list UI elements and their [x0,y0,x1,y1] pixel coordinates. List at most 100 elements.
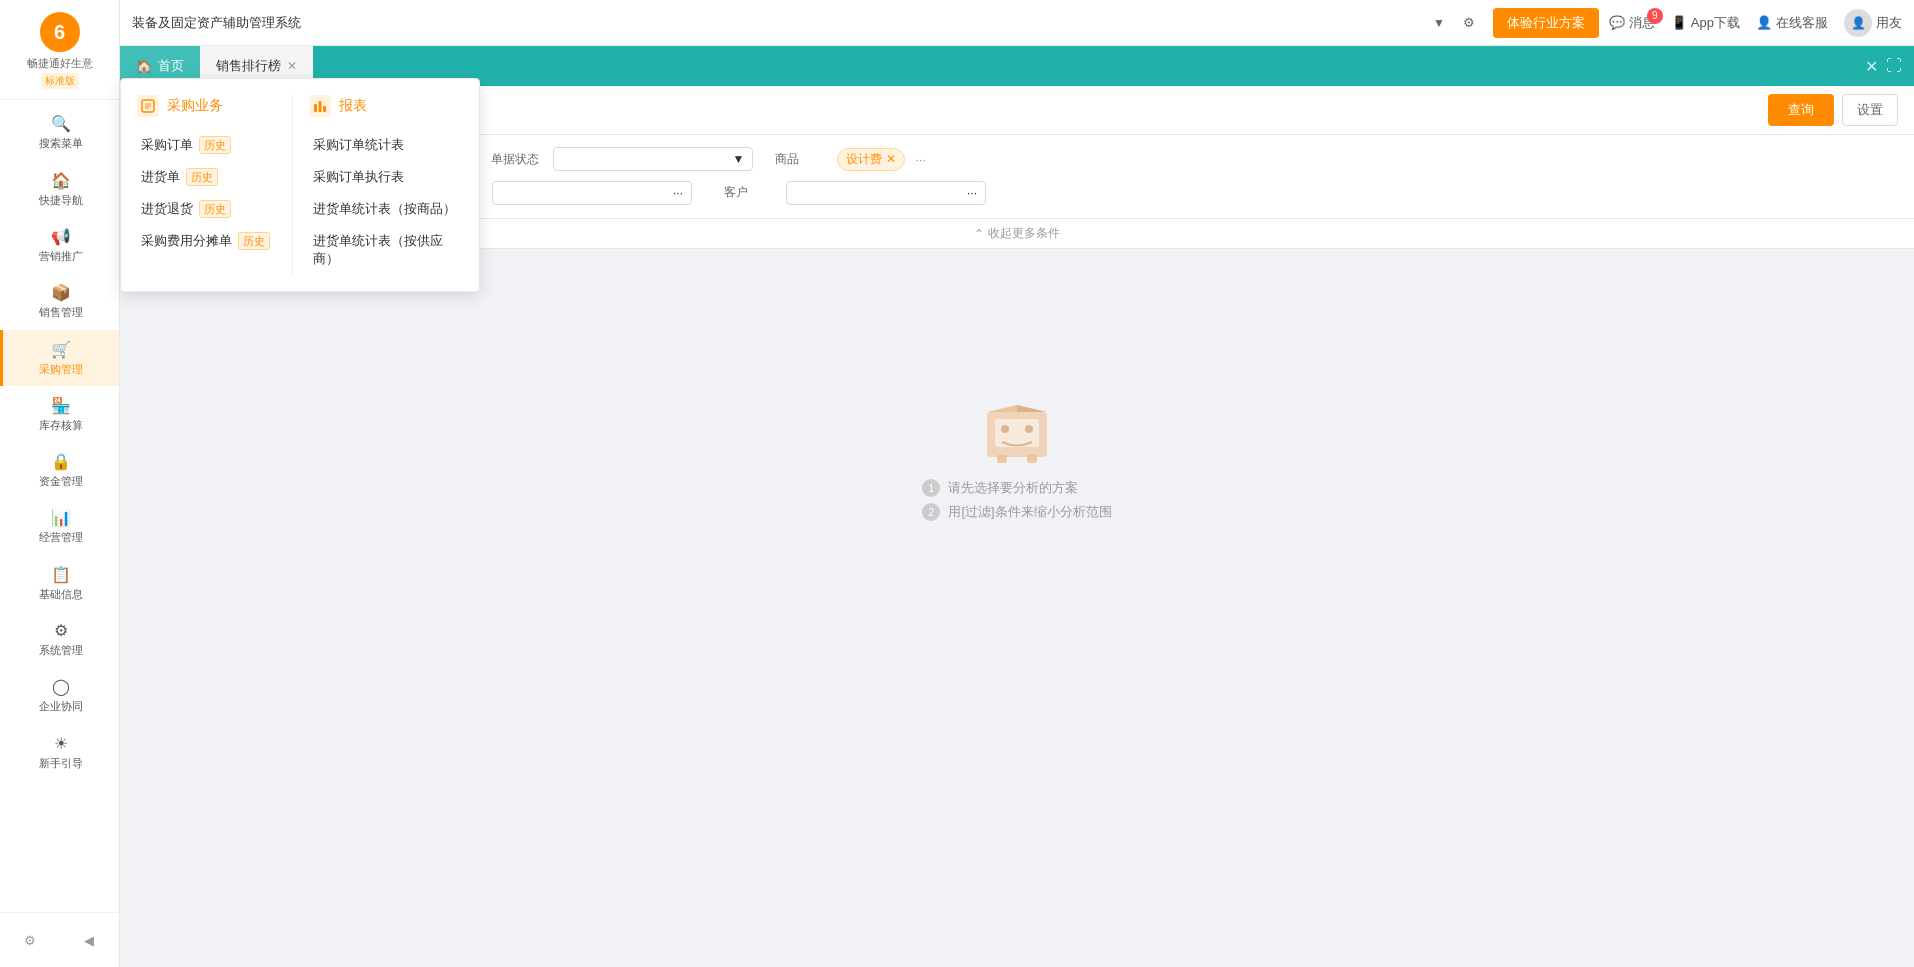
sidebar-item-finance[interactable]: 🔒 资金管理 [0,442,119,498]
purchase-order-stat-item[interactable]: 采购订单统计表 [309,129,464,161]
tab-home-label: 首页 [158,57,184,75]
sidebar-item-label: 营销推广 [39,249,83,263]
svg-marker-2 [1017,405,1047,412]
goods-tag-close[interactable]: ✕ [886,152,896,166]
tip-text-1: 请先选择要分析的方案 [948,479,1078,497]
sidebar-collapse-btn[interactable]: ◀ [74,925,104,955]
sidebar: 6 畅捷通好生意 标准版 🔍 搜索菜单 🏠 快捷导航 📢 营销推广 📦 销售管理… [0,0,120,967]
user-action[interactable]: 👤 用友 [1844,9,1902,37]
top-header: 装备及固定资产辅助管理系统 ▼ ⚙ 体验行业方案 💬 消息 9 📱 App下载 … [120,0,1914,46]
sales-icon: 📦 [51,283,71,302]
voucher-status-label: 单据状态 [491,151,541,168]
tab-close-all-icon[interactable]: ✕ [1865,57,1878,76]
goods-return-label: 进货退货 [141,200,193,218]
purchase-dropdown-menu: 采购业务 采购订单 历史 进货单 历史 进货退货 历史 采购费用分摊单 历史 报… [120,78,480,292]
phone-icon: 📱 [1671,15,1687,30]
basic-icon: 📋 [51,565,71,584]
purchase-order-label: 采购订单 [141,136,193,154]
sidebar-item-label: 搜索菜单 [39,136,83,150]
action-area: 查询 设置 [1768,94,1898,126]
goods-more-icon[interactable]: ··· [911,152,930,167]
goods-receipt-item[interactable]: 进货单 历史 [137,161,292,193]
svg-point-5 [1025,425,1033,433]
purchase-order-item[interactable]: 采购订单 历史 [137,129,292,161]
svg-rect-10 [318,101,321,112]
sidebar-item-label: 采购管理 [39,362,83,376]
tab-expand-icon[interactable]: ⛶ [1886,57,1902,75]
sidebar-item-cooperation[interactable]: ◯ 企业协同 [0,667,119,723]
sidebar-item-operation[interactable]: 📊 经营管理 [0,498,119,554]
svg-rect-7 [1027,455,1037,463]
service-action[interactable]: 👤 在线客服 [1756,14,1828,32]
service-label: 在线客服 [1776,14,1828,32]
tab-sales-rank-label: 销售排行榜 [216,57,281,75]
finance-icon: 🔒 [51,452,71,471]
sidebar-item-guide[interactable]: ☀ 新手引导 [0,724,119,780]
empty-tip-2: 2 用[过滤]条件来缩小分析范围 [922,503,1111,521]
sidebar-item-sales[interactable]: 📦 销售管理 [0,273,119,329]
goods-stat-goods-item[interactable]: 进货单统计表（按商品） [309,193,464,225]
sidebar-item-system[interactable]: ⚙ 系统管理 [0,611,119,667]
message-badge: 9 [1647,8,1663,24]
app-action[interactable]: 📱 App下载 [1671,14,1740,32]
sidebar-item-purchase[interactable]: 🛒 采购管理 [0,330,119,386]
collapse-up-icon: ⌃ [974,227,984,241]
empty-tips: 1 请先选择要分析的方案 2 用[过滤]条件来缩小分析范围 [922,479,1111,521]
goods-label: 商品 [775,151,825,168]
header-gear-icon[interactable]: ⚙ [1455,9,1483,37]
collapse-label: 收起更多条件 [988,225,1060,242]
marketing-icon: 📢 [51,227,71,246]
settings-button[interactable]: 设置 [1842,94,1898,126]
customer-control[interactable]: ··· [786,181,986,205]
system-title: 装备及固定资产辅助管理系统 [132,14,1423,32]
sidebar-item-inventory[interactable]: 🏪 库存核算 [0,386,119,442]
guide-icon: ☀ [54,734,68,753]
sidebar-item-label: 快捷导航 [39,193,83,207]
sidebar-settings-btn[interactable]: ⚙ [15,925,45,955]
collapse-btn[interactable]: ⌃ 收起更多条件 [974,225,1060,242]
sidebar-item-search[interactable]: 🔍 搜索菜单 [0,104,119,160]
header-dropdown[interactable]: ▼ [1433,16,1445,30]
tip-num-2: 2 [922,503,940,521]
goods-return-item[interactable]: 进货退货 历史 [137,193,292,225]
system-icon: ⚙ [54,621,68,640]
goods-return-history-badge: 历史 [199,200,231,218]
sidebar-item-basic[interactable]: 📋 基础信息 [0,555,119,611]
search-icon: 🔍 [51,114,71,133]
empty-state: 1 请先选择要分析的方案 2 用[过滤]条件来缩小分析范围 [120,249,1914,649]
svg-point-4 [1001,425,1009,433]
sidebar-item-label: 新手引导 [39,756,83,770]
logo-icon: 6 [40,12,80,52]
sidebar-item-marketing[interactable]: 📢 营销推广 [0,217,119,273]
salesperson-control[interactable]: ··· [492,181,692,205]
empty-illustration [967,377,1067,467]
sidebar-item-quick[interactable]: 🏠 快捷导航 [0,161,119,217]
tab-bar-right: ✕ ⛶ [1865,57,1914,76]
quick-icon: 🏠 [51,171,71,190]
report-col-header: 报表 [309,95,464,117]
tab-close-icon[interactable]: ✕ [287,59,297,73]
message-action[interactable]: 💬 消息 9 [1609,14,1655,32]
sidebar-nav: 🔍 搜索菜单 🏠 快捷导航 📢 营销推广 📦 销售管理 🛒 采购管理 🏪 库存核… [0,100,119,912]
voucher-status-control[interactable]: ▼ [553,147,753,171]
tip-text-2: 用[过滤]条件来缩小分析范围 [948,503,1111,521]
dots-icon: ··· [673,186,683,200]
goods-receipt-label: 进货单 [141,168,180,186]
header-right: 💬 消息 9 📱 App下载 👤 在线客服 👤 用友 [1609,9,1902,37]
customer-dots-icon: ··· [967,186,977,200]
empty-tip-1: 1 请先选择要分析的方案 [922,479,1111,497]
query-button[interactable]: 查询 [1768,94,1834,126]
user-label: 用友 [1876,14,1902,32]
service-icon: 👤 [1756,15,1772,30]
purchase-order-exec-label: 采购订单执行表 [313,168,404,186]
purchase-col-title: 采购业务 [167,97,223,115]
goods-stat-supplier-item[interactable]: 进货单统计表（按供应商） [309,225,464,275]
svg-marker-1 [987,405,1017,412]
purchase-order-exec-item[interactable]: 采购订单执行表 [309,161,464,193]
purchase-cost-item[interactable]: 采购费用分摊单 历史 [137,225,292,257]
purchase-cost-label: 采购费用分摊单 [141,232,232,250]
purchase-order-history-badge: 历史 [199,136,231,154]
industry-btn[interactable]: 体验行业方案 [1493,8,1599,38]
operation-icon: 📊 [51,508,71,527]
svg-rect-3 [995,419,1039,447]
